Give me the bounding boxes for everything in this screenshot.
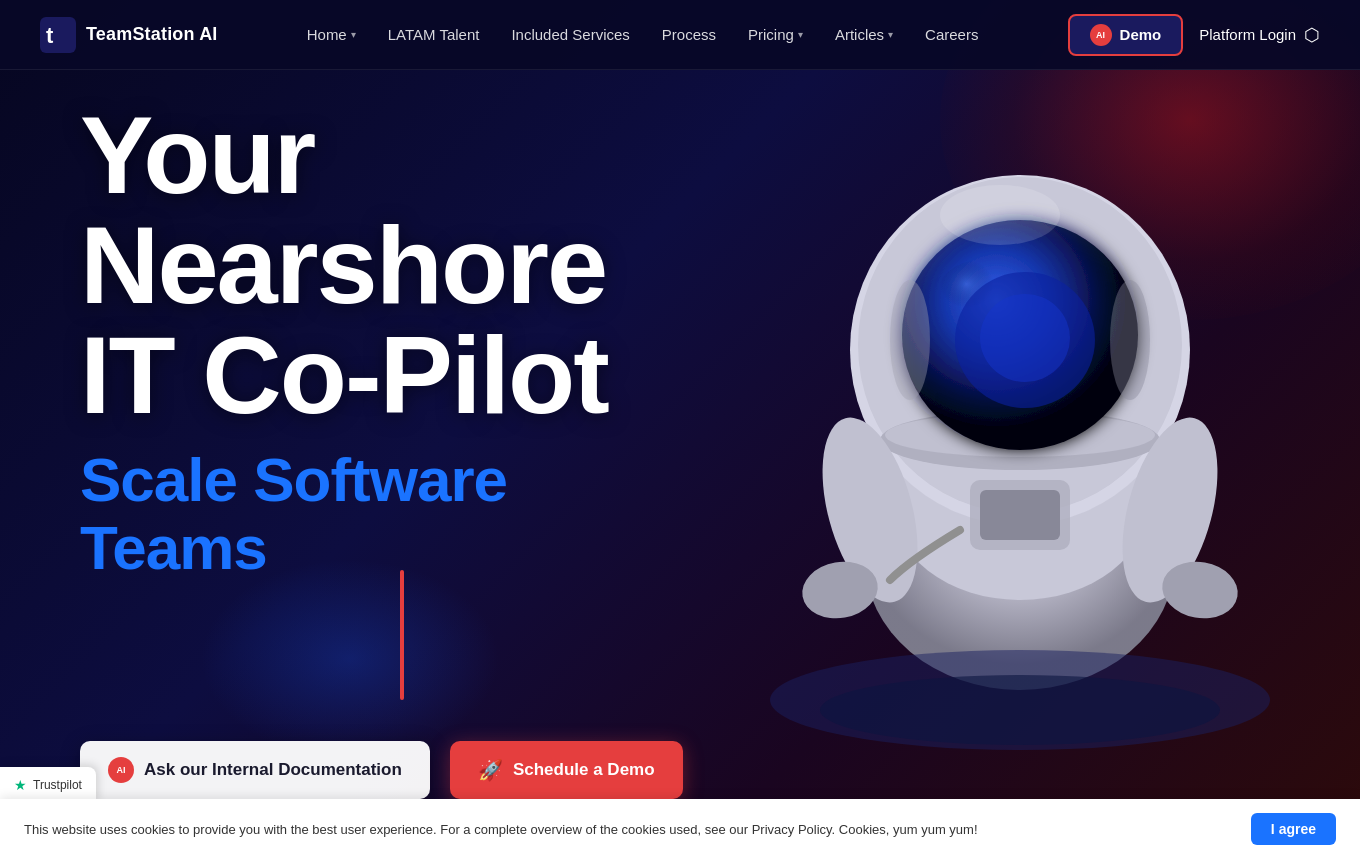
nav-careers[interactable]: Careers [925,26,978,43]
layers-icon: ⬡ [1304,24,1320,46]
svg-text:t: t [46,23,54,48]
trustpilot-star-icon: ★ [14,777,27,793]
ai-icon: AI [108,757,134,783]
cookie-agree-button[interactable]: I agree [1251,813,1336,845]
ask-docs-button[interactable]: AI Ask our Internal Documentation [80,741,430,799]
hero-subtitle: Scale Software Teams [80,446,608,582]
trustpilot-label: Trustpilot [33,778,82,792]
nav-articles[interactable]: Articles ▾ [835,26,893,43]
glow-blue-left [200,559,500,759]
nav-home[interactable]: Home ▾ [307,26,356,43]
nav-pricing[interactable]: Pricing ▾ [748,26,803,43]
chevron-down-icon: ▾ [351,29,356,40]
schedule-icon: 🚀 [478,758,503,782]
svg-point-23 [820,675,1220,745]
brand-logo[interactable]: t TeamStation AI [40,17,218,53]
red-divider [400,570,404,700]
trustpilot-widget[interactable]: ★ Trustpilot [0,767,96,803]
svg-point-13 [890,280,930,400]
navbar: t TeamStation AI Home ▾ LATAM Talent Inc… [0,0,1360,70]
hero-title: Your Nearshore IT Co-Pilot [80,100,608,430]
cookie-text: This website uses cookies to provide you… [24,822,1231,837]
chevron-down-icon: ▾ [888,29,893,40]
svg-point-12 [980,294,1070,382]
schedule-demo-button[interactable]: 🚀 Schedule a Demo [450,741,683,799]
nav-links: Home ▾ LATAM Talent Included Services Pr… [307,26,979,43]
brand-name: TeamStation AI [86,24,218,45]
demo-button[interactable]: AI Demo [1068,14,1184,56]
nav-actions: AI Demo Platform Login ⬡ [1068,14,1320,56]
cookie-banner: This website uses cookies to provide you… [0,799,1360,859]
cta-buttons: AI Ask our Internal Documentation 🚀 Sche… [80,741,683,799]
platform-login-link[interactable]: Platform Login ⬡ [1199,24,1320,46]
hero-section: Your Nearshore IT Co-Pilot Scale Softwar… [0,0,1360,859]
svg-point-15 [940,185,1060,245]
logo-icon: t [40,17,76,53]
nav-latam[interactable]: LATAM Talent [388,26,480,43]
hero-content: Your Nearshore IT Co-Pilot Scale Softwar… [80,100,608,582]
astronaut-image [730,80,1310,750]
nav-process[interactable]: Process [662,26,716,43]
nav-services[interactable]: Included Services [511,26,629,43]
svg-rect-17 [980,490,1060,540]
chevron-down-icon: ▾ [798,29,803,40]
svg-point-14 [1110,280,1150,400]
ai-logo-icon: AI [1090,24,1112,46]
